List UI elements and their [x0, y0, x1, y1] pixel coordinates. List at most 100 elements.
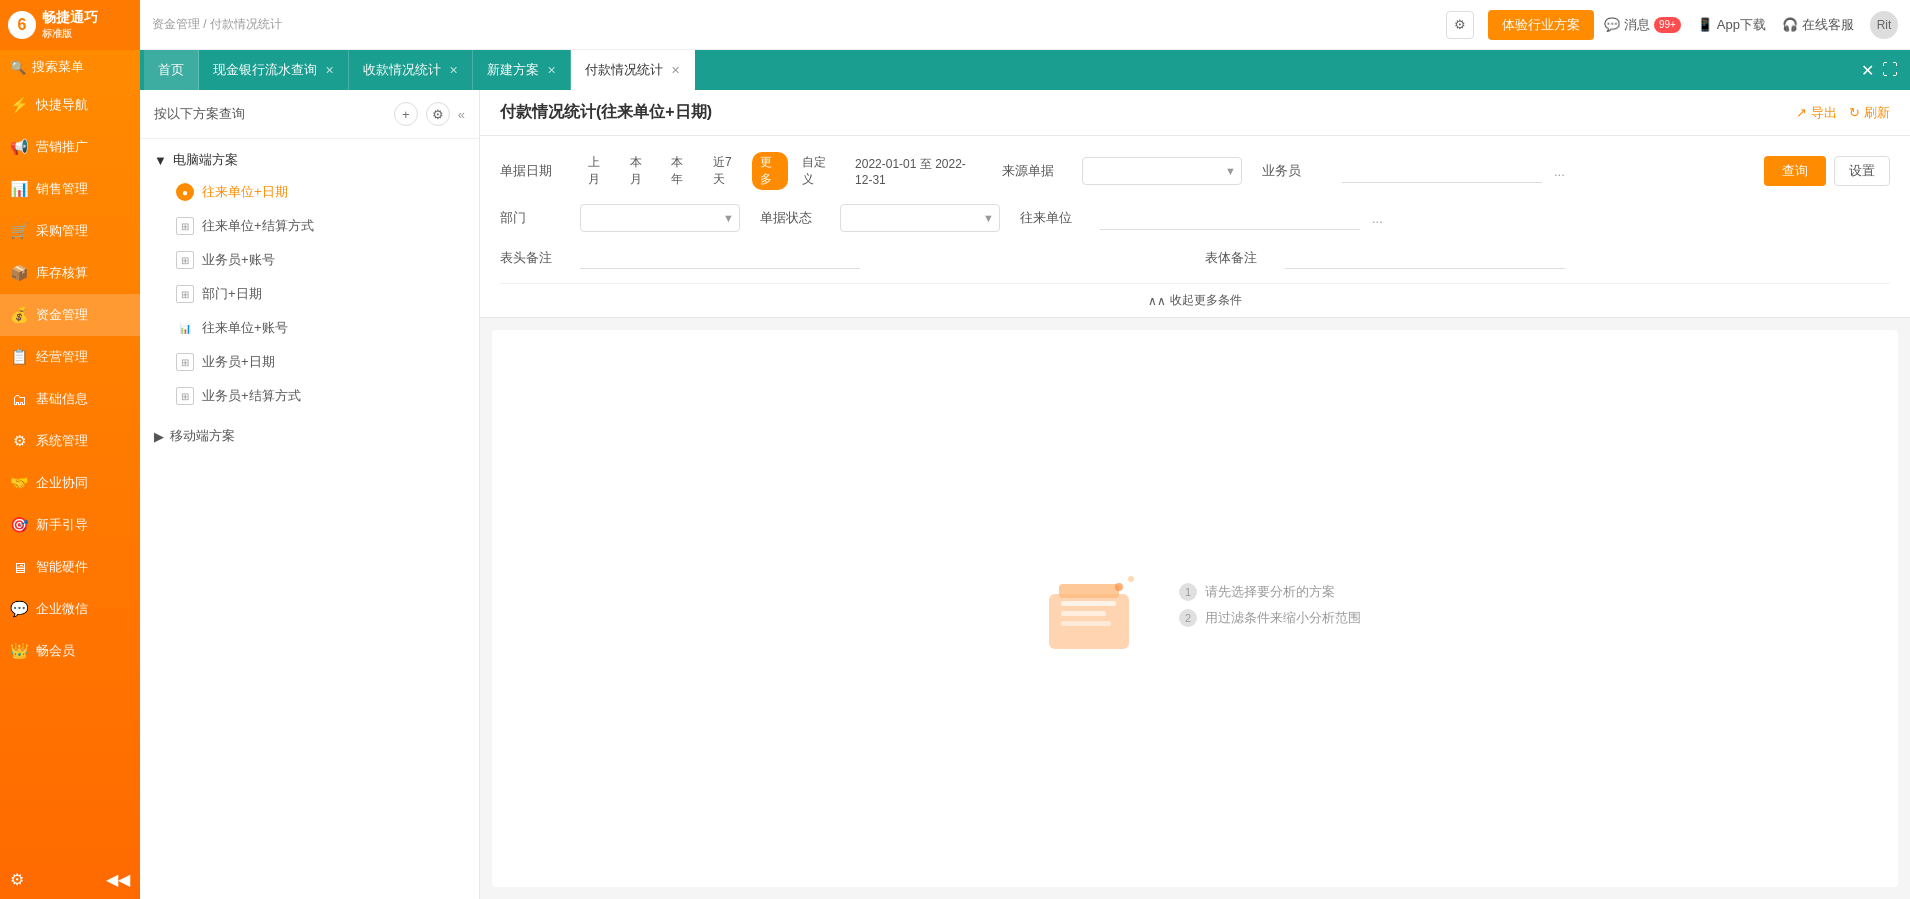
sidebar-item-purchase[interactable]: 🛒 采购管理	[0, 210, 140, 252]
scheme-item-salesperson-account[interactable]: ⊞ 业务员+账号	[140, 243, 479, 277]
tab-home[interactable]: 首页	[144, 50, 199, 90]
refresh-icon: ↻	[1849, 105, 1860, 120]
salesperson-input[interactable]	[1342, 160, 1542, 183]
scheme-salesperson-settle-label: 业务员+结算方式	[202, 387, 301, 405]
date-more-button[interactable]: 更多	[752, 152, 788, 190]
sidebar-item-wechat[interactable]: 💬 企业微信	[0, 588, 140, 630]
sidebar-item-inventory[interactable]: 📦 库存核算	[0, 252, 140, 294]
scheme-salesperson-account-label: 业务员+账号	[202, 251, 275, 269]
app-download-button[interactable]: 📱 App下载	[1697, 16, 1766, 34]
export-label: 导出	[1811, 104, 1837, 122]
sidebar-item-operation[interactable]: 📋 经营管理	[0, 336, 140, 378]
app-version: 标准版	[42, 27, 98, 41]
body-note-input[interactable]	[1285, 246, 1565, 269]
salesperson-dots[interactable]: ...	[1554, 164, 1565, 179]
export-button[interactable]: ↗ 导出	[1796, 104, 1837, 122]
topbar-settings-button[interactable]: ⚙	[1446, 11, 1474, 39]
online-service-button[interactable]: 🎧 在线客服	[1782, 16, 1854, 34]
query-button[interactable]: 查询	[1764, 156, 1826, 186]
message-icon: 💬	[1604, 17, 1620, 32]
scheme-item-salesperson-settle[interactable]: ⊞ 业务员+结算方式	[140, 379, 479, 413]
header-note-input[interactable]	[580, 246, 860, 269]
collapse-sidebar-icon[interactable]: ◀◀	[106, 870, 130, 889]
user-avatar[interactable]: Rit	[1870, 11, 1898, 39]
sidebar-item-cooperation[interactable]: 🤝 企业协同	[0, 462, 140, 504]
date-last-month[interactable]: 上月	[580, 152, 616, 190]
dept-select[interactable]	[580, 204, 740, 232]
scheme-item-counterparty-settle[interactable]: ⊞ 往来单位+结算方式	[140, 209, 479, 243]
date-custom-option[interactable]: 自定义	[794, 152, 839, 190]
doc-date-label: 单据日期	[500, 162, 560, 180]
app-name: 畅捷通巧	[42, 9, 98, 27]
tab-receipt-stats-close[interactable]: ✕	[449, 64, 458, 77]
scheme-counterparty-date-label: 往来单位+日期	[202, 183, 288, 201]
counterparty-label: 往来单位	[1020, 209, 1080, 227]
desktop-section-label: 电脑端方案	[173, 151, 238, 169]
counterparty-dots[interactable]: ...	[1372, 211, 1383, 226]
sidebar-item-wechat-label: 企业微信	[36, 600, 88, 618]
search-menu[interactable]: 🔍 搜索菜单	[0, 50, 140, 84]
desktop-arrow-icon: ▼	[154, 153, 167, 168]
message-label: 消息	[1624, 16, 1650, 34]
sidebar-item-sales[interactable]: 📊 销售管理	[0, 168, 140, 210]
source-doc-select[interactable]	[1082, 157, 1242, 185]
dept-label: 部门	[500, 209, 560, 227]
filter-settings-button[interactable]: 设置	[1834, 156, 1890, 186]
tab-bank-flow-label: 现金银行流水查询	[213, 61, 317, 79]
sidebar-item-sales-label: 销售管理	[36, 180, 88, 198]
sidebar-item-hardware-label: 智能硬件	[36, 558, 88, 576]
export-icon: ↗	[1796, 105, 1807, 120]
refresh-button[interactable]: ↻ 刷新	[1849, 104, 1890, 122]
scheme-item-counterparty-date[interactable]: ● 往来单位+日期	[140, 175, 479, 209]
sidebar-item-finance[interactable]: 💰 资金管理	[0, 294, 140, 336]
scheme-item-salesperson-date[interactable]: ⊞ 业务员+日期	[140, 345, 479, 379]
collapse-more-button[interactable]: ∧∧ 收起更多条件	[500, 283, 1890, 317]
tab-new-scheme-close[interactable]: ✕	[547, 64, 556, 77]
collapse-up-icon: ∧∧	[1148, 294, 1166, 308]
collapse-panel-button[interactable]: «	[458, 107, 465, 122]
inventory-icon: 📦	[10, 264, 28, 282]
mobile-scheme-group[interactable]: ▶ 移动端方案	[140, 419, 479, 453]
scheme-table-icon-5: ⊞	[176, 387, 194, 405]
date-range-value: 2022-01-01 至 2022-12-31	[855, 156, 982, 187]
doc-status-select[interactable]	[840, 204, 1000, 232]
close-all-tabs-icon[interactable]: ✕	[1861, 61, 1874, 80]
tab-new-scheme[interactable]: 新建方案 ✕	[473, 50, 571, 90]
sidebar-item-member[interactable]: 👑 畅会员	[0, 630, 140, 672]
sidebar-item-basic[interactable]: 🗂 基础信息	[0, 378, 140, 420]
sidebar: 6 畅捷通巧 标准版 🔍 搜索菜单 ⚡ 快捷导航 📢 营销推广 📊 销售管理 🛒…	[0, 0, 140, 899]
empty-texts: 1 请先选择要分析的方案 2 用过滤条件来缩小分析范围	[1179, 583, 1361, 635]
scheme-item-counterparty-account[interactable]: 📊 往来单位+账号	[140, 311, 479, 345]
sidebar-item-system[interactable]: ⚙ 系统管理	[0, 420, 140, 462]
fullscreen-icon[interactable]: ⛶	[1882, 61, 1898, 79]
quick-nav-icon: ⚡	[10, 96, 28, 114]
date-last-7days[interactable]: 近7天	[705, 152, 746, 190]
scheme-item-dept-date[interactable]: ⊞ 部门+日期	[140, 277, 479, 311]
desktop-section-title[interactable]: ▼ 电脑端方案	[140, 145, 479, 175]
date-this-month[interactable]: 本月	[622, 152, 658, 190]
topbar-right: 💬 消息 99+ 📱 App下载 🎧 在线客服 Rit	[1604, 11, 1898, 39]
trial-button[interactable]: 体验行业方案	[1488, 10, 1594, 40]
sidebar-item-guide[interactable]: 🎯 新手引导	[0, 504, 140, 546]
scheme-settings-button[interactable]: ⚙	[426, 102, 450, 126]
doc-date-field: 上月 本月 本年 近7天 更多 自定义 2022-01-01 至 2022-12…	[580, 152, 982, 190]
settings-footer-icon[interactable]: ⚙	[10, 870, 24, 889]
sidebar-item-marketing[interactable]: 📢 营销推广	[0, 126, 140, 168]
tab-bank-flow-close[interactable]: ✕	[325, 64, 334, 77]
empty-state: 1 请先选择要分析的方案 2 用过滤条件来缩小分析范围	[492, 330, 1898, 887]
add-scheme-button[interactable]: +	[394, 102, 418, 126]
sidebar-item-quick-nav[interactable]: ⚡ 快捷导航	[0, 84, 140, 126]
date-this-year[interactable]: 本年	[663, 152, 699, 190]
tab-bank-flow[interactable]: 现金银行流水查询 ✕	[199, 50, 349, 90]
tab-payment-stats-close[interactable]: ✕	[671, 64, 680, 77]
counterparty-input[interactable]	[1100, 207, 1360, 230]
sidebar-item-cooperation-label: 企业协同	[36, 474, 88, 492]
hardware-icon: 🖥	[10, 558, 28, 576]
dept-select-wrapper: ▼	[580, 204, 740, 232]
message-button[interactable]: 💬 消息 99+	[1604, 16, 1681, 34]
tab-receipt-stats[interactable]: 收款情况统计 ✕	[349, 50, 473, 90]
sidebar-item-hardware[interactable]: 🖥 智能硬件	[0, 546, 140, 588]
scheme-table-icon-1: ⊞	[176, 217, 194, 235]
empty-illustration	[1029, 559, 1149, 659]
tab-payment-stats[interactable]: 付款情况统计 ✕	[571, 50, 695, 90]
